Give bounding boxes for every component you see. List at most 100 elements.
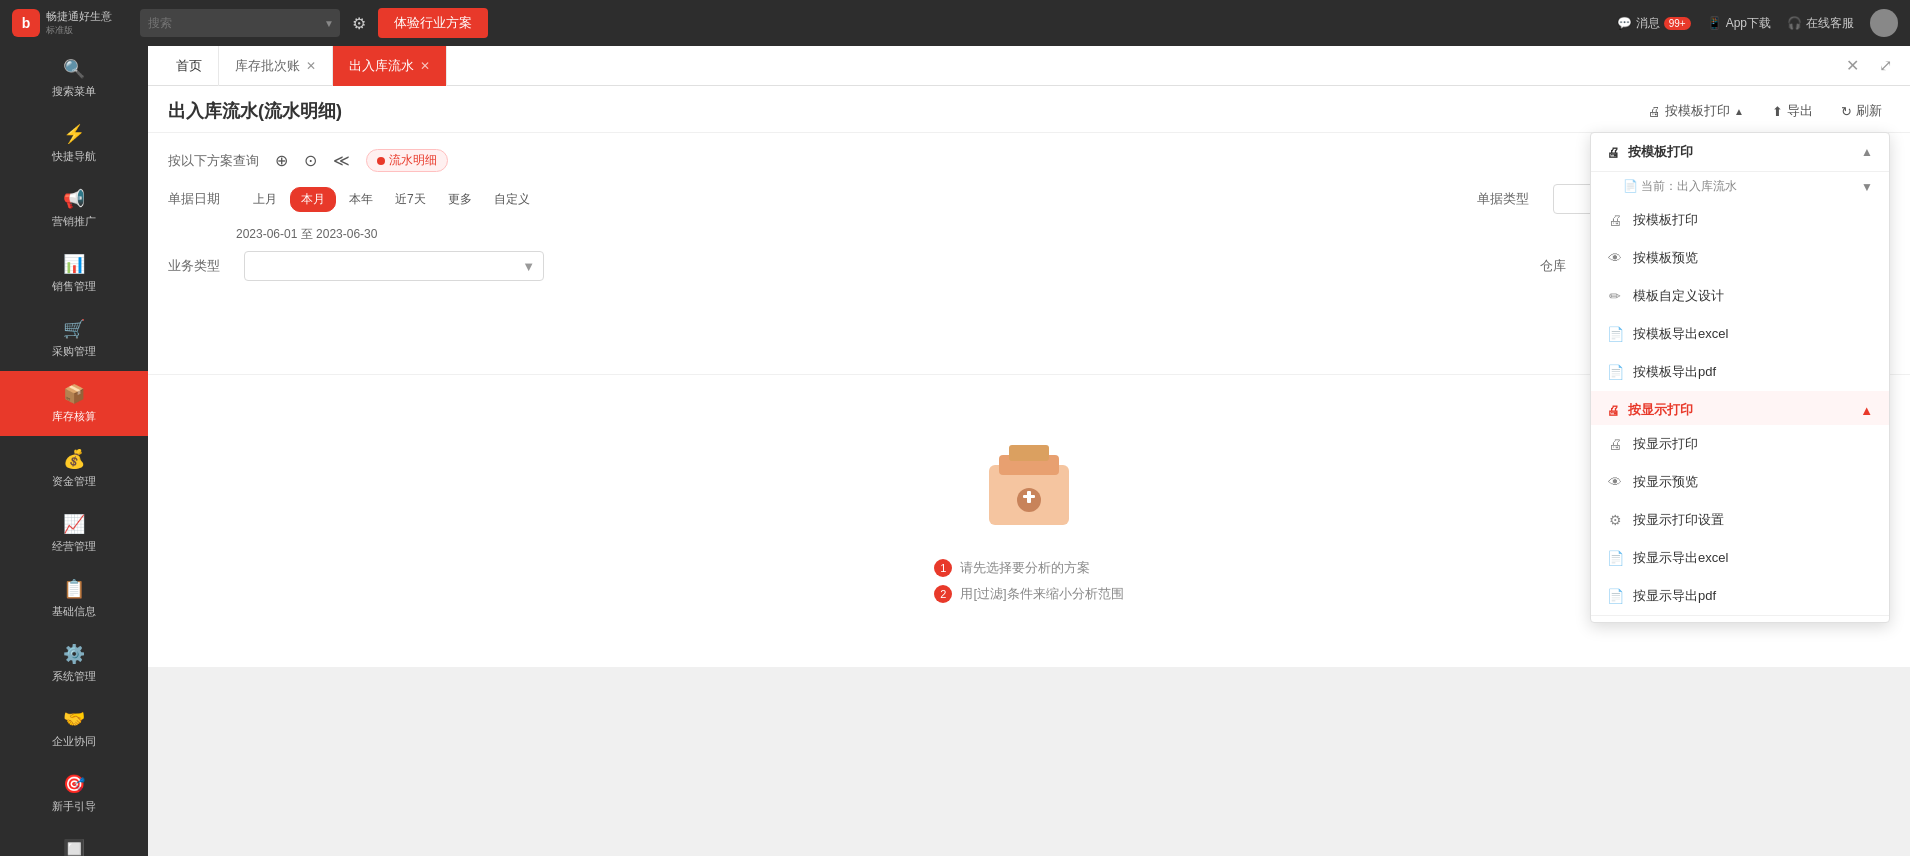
sidebar-item-system[interactable]: ⚙️ 系统管理 — [0, 631, 148, 696]
tab-in-out-flow-close[interactable]: ✕ — [420, 59, 430, 73]
empty-svg — [979, 435, 1079, 535]
dropdown-item-template-preview[interactable]: 👁 按模板预览 — [1591, 239, 1889, 277]
export-button[interactable]: ⬆ 导出 — [1764, 98, 1821, 124]
display-section-header[interactable]: 🖨 按显示打印 ▲ — [1591, 391, 1889, 425]
user-avatar[interactable] — [1870, 9, 1898, 37]
online-service-item[interactable]: 🎧 在线客服 — [1787, 15, 1854, 32]
settings-icon[interactable]: ⚙ — [348, 10, 370, 37]
export-label: 导出 — [1787, 102, 1813, 120]
display-pdf-icon: 📄 — [1607, 588, 1623, 604]
purchase-icon: 🛒 — [63, 318, 85, 340]
sidebar-item-inventory-label: 库存核算 — [52, 409, 96, 424]
dropdown-item-display-print-settings[interactable]: ⚙ 按显示打印设置 — [1591, 501, 1889, 539]
sidebar-item-purchase[interactable]: 🛒 采购管理 — [0, 306, 148, 371]
date-custom-btn[interactable]: 自定义 — [485, 187, 539, 212]
display-excel-label: 按显示导出excel — [1633, 549, 1728, 567]
sidebar-item-basic-info[interactable]: 📋 基础信息 — [0, 566, 148, 631]
biz-type-select[interactable]: ▼ — [244, 251, 544, 281]
app-badge: 标准版 — [46, 24, 112, 37]
sidebar-item-finance[interactable]: 💰 资金管理 — [0, 436, 148, 501]
printer-icon: 🖨 — [1648, 104, 1661, 119]
current-chevron-icon[interactable]: ▼ — [1861, 180, 1873, 194]
trial-button[interactable]: 体验行业方案 — [378, 8, 488, 38]
add-condition-icon[interactable]: ⊕ — [275, 151, 288, 170]
finance-icon: 💰 — [63, 448, 85, 470]
display-section-label: 按显示打印 — [1628, 401, 1693, 419]
template-custom-icon: ✏ — [1607, 288, 1623, 304]
sidebar-item-quick-nav-label: 快捷导航 — [52, 149, 96, 164]
main-area: 🔍 搜索菜单 ⚡ 快捷导航 📢 营销推广 📊 销售管理 🛒 采购管理 📦 — [0, 46, 1910, 856]
search-chevron-icon: ▼ — [324, 18, 334, 29]
step-item-2: 2 用[过滤]条件来缩小分析范围 — [934, 581, 1123, 607]
dropdown-header-chevron[interactable]: ▲ — [1861, 145, 1873, 159]
tab-batch-ledger[interactable]: 库存批次账 ✕ — [219, 46, 333, 86]
sidebar-item-marketing[interactable]: 📢 营销推广 — [0, 176, 148, 241]
template-print-label: 按模板打印 — [1633, 211, 1698, 229]
top-search-area: ▼ — [140, 9, 340, 37]
dropdown-item-display-excel[interactable]: 📄 按显示导出excel — [1591, 539, 1889, 577]
empty-steps: 1 请先选择要分析的方案 2 用[过滤]条件来缩小分析范围 — [934, 555, 1123, 607]
sidebar-item-cooperation-label: 企业协同 — [52, 734, 96, 749]
close-window-button[interactable]: ✕ — [1840, 54, 1865, 77]
dropdown-item-display-preview[interactable]: 👁 按显示预览 — [1591, 463, 1889, 501]
sidebar-item-operations[interactable]: 📈 经营管理 — [0, 501, 148, 566]
dropdown-item-template-excel[interactable]: 📄 按模板导出excel — [1591, 315, 1889, 353]
display-print-icon: 🖨 — [1607, 436, 1623, 452]
template-excel-label: 按模板导出excel — [1633, 325, 1728, 343]
dropdown-item-template-print[interactable]: 🖨 按模板打印 — [1591, 201, 1889, 239]
dropdown-item-template-custom[interactable]: ✏ 模板自定义设计 — [1591, 277, 1889, 315]
display-print-label: 按显示打印 — [1633, 435, 1698, 453]
date-more-btn[interactable]: 更多 — [439, 187, 481, 212]
warehouse-label: 仓库 — [1540, 257, 1566, 275]
refresh-label: 刷新 — [1856, 102, 1882, 120]
settings-condition-icon[interactable]: ⊙ — [304, 151, 317, 170]
date-this-year-btn[interactable]: 本年 — [340, 187, 382, 212]
tab-in-out-flow[interactable]: 出入库流水 ✕ — [333, 46, 447, 86]
message-icon: 💬 — [1617, 16, 1632, 30]
dropdown-item-template-pdf[interactable]: 📄 按模板导出pdf — [1591, 353, 1889, 391]
step-num-2: 2 — [934, 585, 952, 603]
sidebar-item-cooperation[interactable]: 🤝 企业协同 — [0, 696, 148, 761]
date-last-month-btn[interactable]: 上月 — [244, 187, 286, 212]
top-bar: b 畅捷通好生意 标准版 ▼ ⚙ 体验行业方案 💬 消息 99+ 📱 App下载… — [0, 0, 1910, 46]
collapse-condition-icon[interactable]: ≪ — [333, 151, 350, 170]
sales-icon: 📊 — [63, 253, 85, 275]
message-item[interactable]: 💬 消息 99+ — [1617, 15, 1691, 32]
tab-batch-ledger-close[interactable]: ✕ — [306, 59, 316, 73]
template-custom-label: 模板自定义设计 — [1633, 287, 1724, 305]
guide-icon: 🎯 — [63, 773, 85, 795]
print-template-button[interactable]: 🖨 按模板打印 ▲ — [1640, 98, 1752, 124]
sidebar-item-app-center[interactable]: 🔲 应用中心 — [0, 826, 148, 856]
dropdown-footer-settings[interactable]: ⚙ 设置默认功能 ▼ — [1591, 615, 1889, 622]
filter-tag-label: 流水明细 — [389, 152, 437, 169]
marketing-icon: 📢 — [63, 188, 85, 210]
sidebar-item-guide[interactable]: 🎯 新手引导 — [0, 761, 148, 826]
search-section-label: 按以下方案查询 — [168, 152, 259, 170]
maximize-window-button[interactable]: ⤢ — [1873, 54, 1898, 77]
svg-rect-2 — [1009, 445, 1049, 461]
tabs-right: ✕ ⤢ — [1840, 54, 1898, 77]
date-this-month-btn[interactable]: 本月 — [290, 187, 336, 212]
sidebar-item-inventory[interactable]: 📦 库存核算 — [0, 371, 148, 436]
date-7days-btn[interactable]: 近7天 — [386, 187, 435, 212]
search-input[interactable] — [140, 9, 340, 37]
sidebar-item-search[interactable]: 🔍 搜索菜单 — [0, 46, 148, 111]
step-text-2: 用[过滤]条件来缩小分析范围 — [960, 581, 1123, 607]
refresh-button[interactable]: ↻ 刷新 — [1833, 98, 1890, 124]
cooperation-icon: 🤝 — [63, 708, 85, 730]
dropdown-item-display-print[interactable]: 🖨 按显示打印 — [1591, 425, 1889, 463]
display-pdf-label: 按显示导出pdf — [1633, 587, 1716, 605]
tab-home[interactable]: 首页 — [160, 46, 219, 86]
bill-type-label: 单据类型 — [1477, 190, 1529, 208]
app-download-item[interactable]: 📱 App下载 — [1707, 15, 1771, 32]
sidebar-item-operations-label: 经营管理 — [52, 539, 96, 554]
sidebar-item-sales[interactable]: 📊 销售管理 — [0, 241, 148, 306]
step-item-1: 1 请先选择要分析的方案 — [934, 555, 1123, 581]
display-section-icon: 🖨 — [1607, 403, 1620, 418]
app-center-icon: 🔲 — [63, 838, 85, 856]
sidebar-item-quick-nav[interactable]: ⚡ 快捷导航 — [0, 111, 148, 176]
headset-icon: 🎧 — [1787, 16, 1802, 30]
dropdown-item-display-pdf[interactable]: 📄 按显示导出pdf — [1591, 577, 1889, 615]
template-excel-icon: 📄 — [1607, 326, 1623, 342]
dropdown-header: 🖨 按模板打印 ▲ — [1591, 133, 1889, 172]
